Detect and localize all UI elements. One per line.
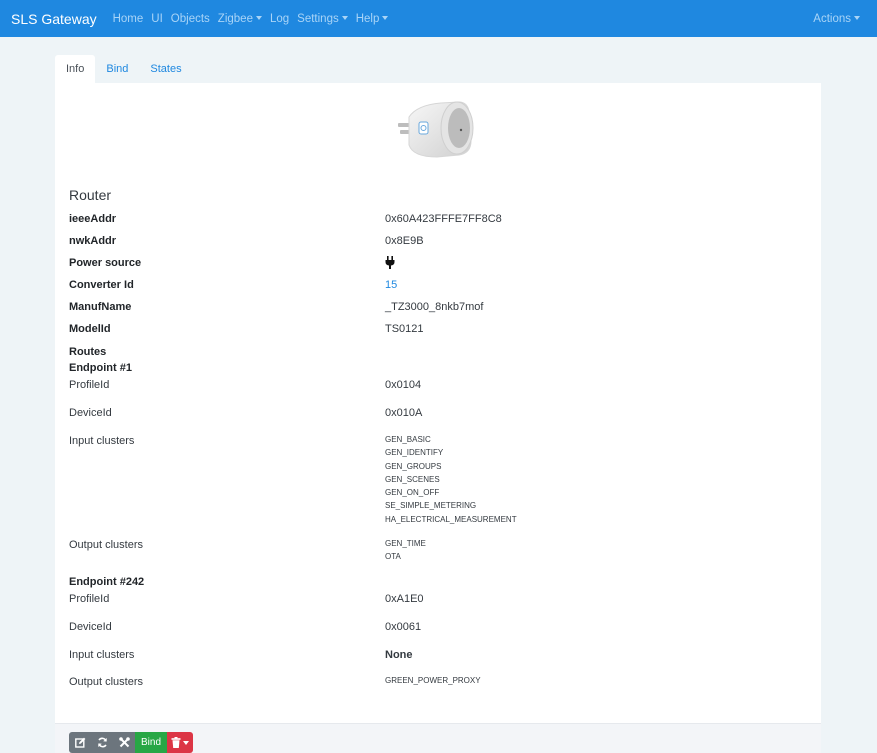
- nav-help[interactable]: Help: [356, 13, 389, 25]
- actions-label: Actions: [813, 12, 851, 25]
- nav-log-label: Log: [269, 12, 290, 25]
- value-manufname: _TZ3000_8nkb7mof: [385, 301, 484, 313]
- nav-help-label: Help: [355, 12, 380, 25]
- tab-bind[interactable]: Bind: [95, 55, 139, 83]
- value-nwkaddr: 0x8E9B: [385, 235, 424, 247]
- ep242-label-output-clusters: Output clusters: [69, 676, 143, 688]
- ep1-label-input-clusters: Input clusters: [69, 435, 135, 447]
- nav-log[interactable]: Log: [270, 13, 289, 25]
- label-nwkaddr: nwkAddr: [69, 235, 117, 247]
- edit-button[interactable]: [69, 732, 91, 753]
- value-modelid: TS0121: [385, 323, 424, 335]
- caret-down-icon: [255, 16, 262, 21]
- refresh-icon: [97, 737, 107, 748]
- nav-objects[interactable]: Objects: [171, 13, 210, 25]
- cluster-item: OTA: [385, 552, 401, 562]
- device-info-card: Router ieeeAddr 0x60A423FFFE7FF8C8 nwkAd…: [55, 83, 821, 723]
- value-ieeeaddr: 0x60A423FFFE7FF8C8: [385, 213, 502, 225]
- nav-ui-label: UI: [151, 12, 163, 25]
- cluster-item: GEN_TIME: [385, 539, 426, 548]
- label-modelid: ModelId: [69, 323, 111, 335]
- cluster-item: HA_ELECTRICAL_MEASUREMENT: [385, 514, 517, 524]
- caret-down-icon: [382, 16, 389, 21]
- cluster-item: GEN_IDENTIFY: [385, 448, 444, 458]
- endpoint-242-title: Endpoint #242: [69, 576, 145, 588]
- device-type: Router: [69, 187, 112, 203]
- nav-home-label: Home: [112, 12, 144, 25]
- label-converter-id: Converter Id: [69, 279, 134, 291]
- ep1-label-profileid: ProfileId: [69, 379, 110, 391]
- ep242-output-clusters-list: GREEN_POWER_PROXY: [385, 674, 481, 687]
- refresh-button[interactable]: [91, 732, 113, 753]
- ep1-label-deviceid: DeviceId: [69, 407, 112, 419]
- label-power-source: Power source: [69, 257, 142, 269]
- converter-id-link[interactable]: 15: [385, 279, 397, 291]
- bind-button[interactable]: Bind: [135, 732, 168, 753]
- tools-icon: [118, 737, 130, 748]
- nav-zigbee-label: Zigbee: [217, 12, 253, 25]
- navbar: SLS Gateway Home UI Objects Zigbee Log S…: [0, 0, 877, 37]
- ep1-label-output-clusters: Output clusters: [69, 539, 143, 551]
- cluster-item: GEN_SCENES: [385, 474, 440, 484]
- plug-icon: [385, 256, 395, 272]
- ep242-label-profileid: ProfileId: [69, 593, 110, 605]
- tab-states[interactable]: States: [139, 55, 192, 83]
- ep242-label-deviceid: DeviceId: [69, 621, 112, 633]
- caret-down-icon: [341, 16, 348, 21]
- delete-button[interactable]: [167, 732, 194, 753]
- nav-zigbee[interactable]: Zigbee: [218, 13, 262, 25]
- caret-down-icon: [183, 740, 190, 745]
- nav-settings-label: Settings: [297, 12, 339, 25]
- tools-button[interactable]: [113, 732, 135, 753]
- ep242-input-none: None: [385, 649, 413, 661]
- actions-dropdown[interactable]: Actions: [813, 13, 860, 25]
- ep1-input-clusters-list: GEN_BASIC GEN_IDENTIFY GEN_GROUPS GEN_SC…: [385, 433, 517, 526]
- nav-ui[interactable]: UI: [151, 13, 163, 25]
- ep1-value-deviceid: 0x010A: [385, 407, 423, 419]
- card-footer: Bind: [55, 723, 821, 753]
- tab-info[interactable]: Info: [55, 55, 96, 83]
- bind-button-label: Bind: [141, 737, 162, 748]
- endpoint-1-title: Endpoint #1: [69, 362, 132, 374]
- label-routes: Routes: [69, 346, 107, 358]
- nav-home[interactable]: Home: [113, 13, 144, 25]
- cluster-item: GREEN_POWER_PROXY: [385, 676, 481, 685]
- label-ieeeaddr: ieeeAddr: [69, 213, 117, 225]
- caret-down-icon: [854, 16, 860, 21]
- cluster-item: GEN_ON_OFF: [385, 488, 440, 498]
- ep1-output-clusters-list: GEN_TIME OTA: [385, 537, 426, 564]
- ep242-value-deviceid: 0x0061: [385, 621, 422, 633]
- tabs: Info Bind States: [55, 55, 193, 83]
- cluster-item: GEN_GROUPS: [385, 461, 442, 471]
- ep1-value-profileid: 0x0104: [385, 379, 422, 391]
- smart-plug-image: [397, 97, 479, 162]
- edit-icon: [74, 737, 85, 748]
- ep242-value-profileid: 0xA1E0: [385, 593, 424, 605]
- brand[interactable]: SLS Gateway: [11, 11, 97, 27]
- cluster-item: GEN_BASIC: [385, 435, 431, 444]
- trash-icon: [171, 737, 181, 748]
- label-manufname: ManufName: [69, 301, 132, 313]
- cluster-item: SE_SIMPLE_METERING: [385, 501, 477, 511]
- nav-settings[interactable]: Settings: [297, 13, 348, 25]
- ep242-label-input-clusters: Input clusters: [69, 649, 135, 661]
- device-actions-group: Bind: [69, 732, 194, 753]
- nav-objects-label: Objects: [170, 12, 210, 25]
